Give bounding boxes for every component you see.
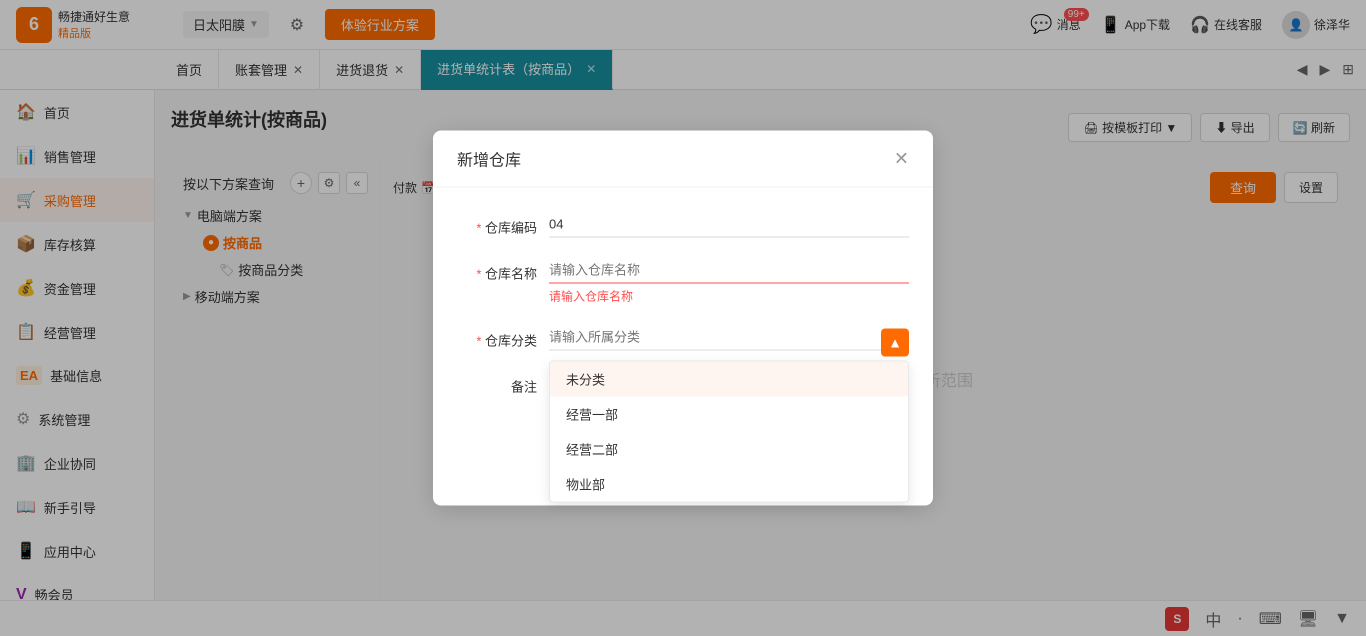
warehouse-code-input[interactable] [549,212,909,238]
category-label: 仓库分类 [457,325,537,350]
warehouse-name-input[interactable] [549,258,909,284]
code-label: 仓库编码 [457,212,537,237]
category-option-1[interactable]: 经营一部 [550,397,908,432]
category-select-wrap: ▲ 未分类 经营一部 经营二部 物业部 [549,325,909,351]
category-toggle-button[interactable]: ▲ [881,329,909,357]
category-option-3[interactable]: 物业部 [550,467,908,502]
name-field-wrap: 请输入仓库名称 [549,258,909,305]
category-option-0[interactable]: 未分类 [550,362,908,397]
form-row-code: 仓库编码 [457,212,909,238]
form-row-name: 仓库名称 请输入仓库名称 [457,258,909,305]
add-warehouse-dialog: 新增仓库 ✕ 仓库编码 仓库名称 请输入仓库名称 仓库分类 ▲ [433,131,933,506]
dialog-close-button[interactable]: ✕ [894,148,909,169]
dialog-body: 仓库编码 仓库名称 请输入仓库名称 仓库分类 ▲ 未分类 经营一部 [433,188,933,441]
form-row-category: 仓库分类 ▲ 未分类 经营一部 经营二部 物业部 [457,325,909,351]
dialog-header: 新增仓库 ✕ [433,131,933,188]
name-label: 仓库名称 [457,258,537,283]
code-field-wrap [549,212,909,238]
category-dropdown: 未分类 经营一部 经营二部 物业部 [549,361,909,503]
name-error-msg: 请输入仓库名称 [549,288,909,305]
dialog-title: 新增仓库 [457,147,521,171]
remark-label: 备注 [457,371,537,396]
category-option-2[interactable]: 经营二部 [550,432,908,467]
category-input[interactable] [549,325,909,351]
